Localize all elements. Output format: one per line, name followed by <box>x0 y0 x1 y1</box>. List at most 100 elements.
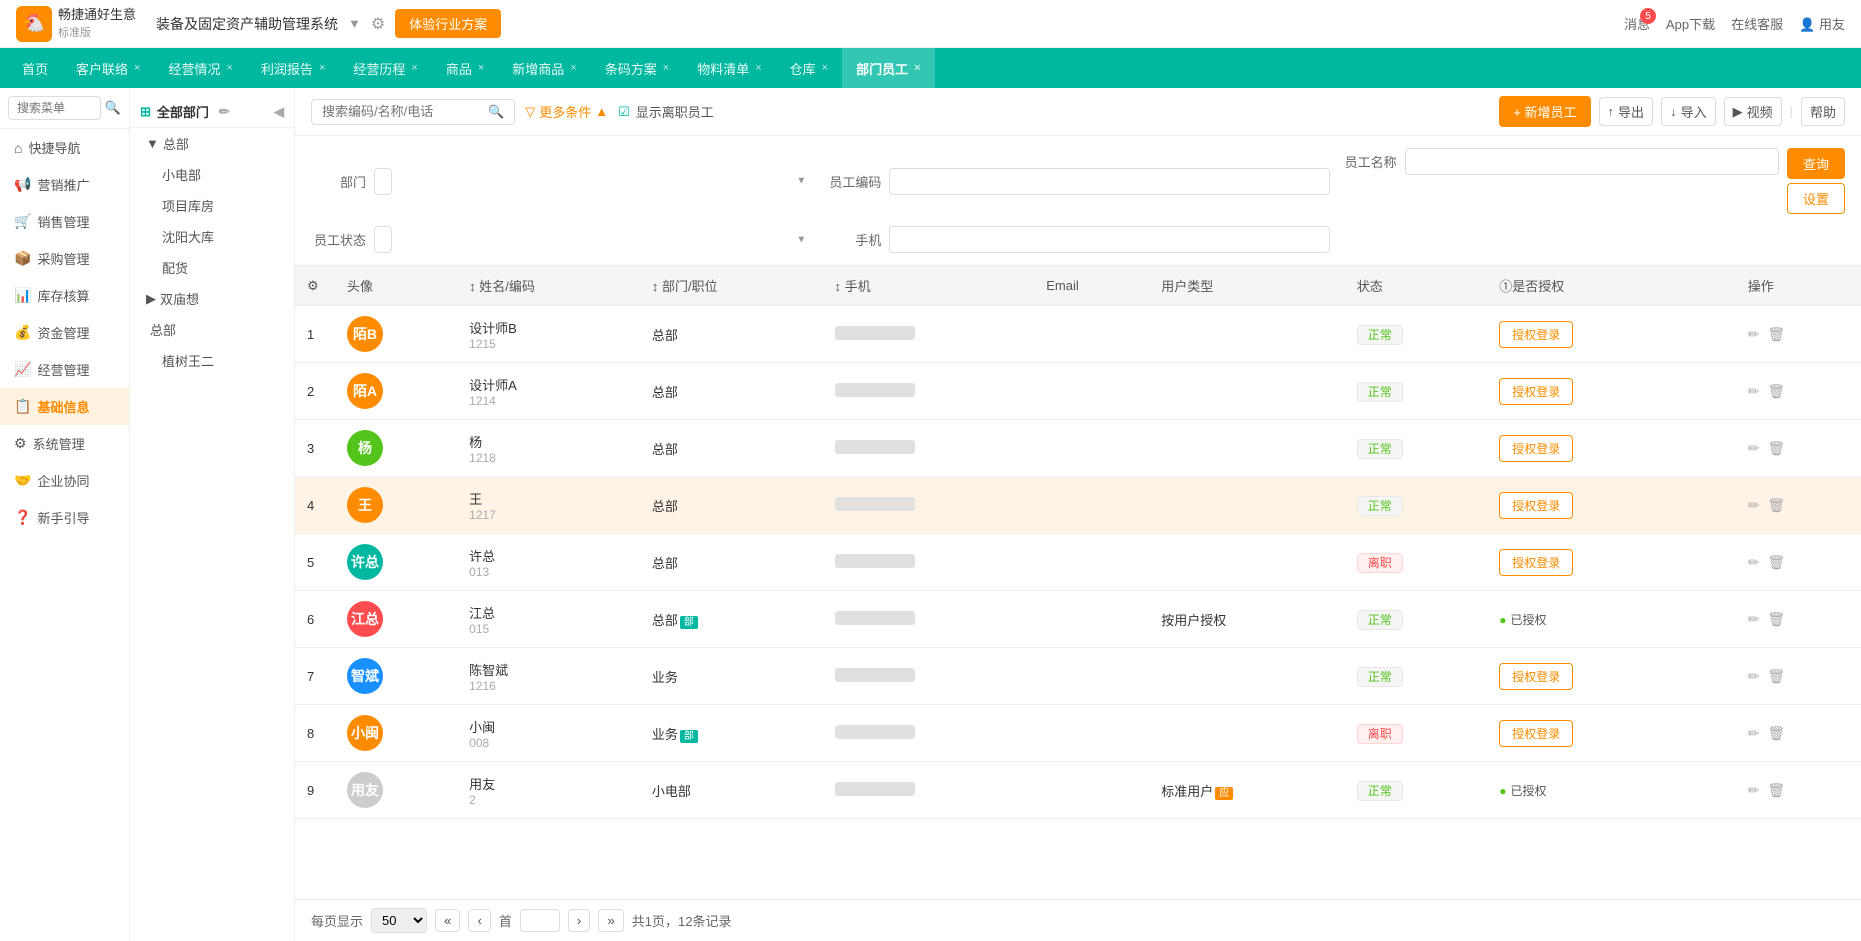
tab-close-icon[interactable]: × <box>411 62 417 74</box>
tab-close-icon[interactable]: × <box>226 62 232 74</box>
dept-node[interactable]: 项目库房 <box>130 190 294 221</box>
add-employee-btn[interactable]: + 新增员工 <box>1499 96 1590 127</box>
page-input[interactable]: 1 <box>520 909 560 932</box>
search-input[interactable] <box>322 104 482 119</box>
col-name[interactable]: ↕ 姓名/编码 <box>457 266 640 306</box>
auth-login-btn[interactable]: 授权登录 <box>1499 435 1573 462</box>
delete-icon[interactable]: 🗑 <box>1767 611 1785 628</box>
empstatus-select[interactable] <box>374 226 392 253</box>
sidebar-item-sys-mgmt[interactable]: ⚙ 系统管理 <box>0 425 129 462</box>
edit-icon[interactable]: ✏ <box>1748 440 1760 457</box>
col-phone[interactable]: ↕ 手机 <box>823 266 1035 306</box>
trial-button[interactable]: 体验行业方案 <box>395 9 501 38</box>
show-resigned[interactable]: ☑ 显示离职员工 <box>618 102 714 121</box>
nav-tab-首页[interactable]: 首页 <box>8 48 62 88</box>
online-service[interactable]: 在线客服 <box>1731 14 1783 33</box>
sidebar-item-operations[interactable]: 📈 经营管理 <box>0 351 129 388</box>
dept-node[interactable]: 总部 <box>130 314 294 345</box>
dept-select[interactable] <box>374 168 392 195</box>
edit-icon[interactable]: ✏ <box>1748 497 1760 514</box>
delete-icon[interactable]: 🗑 <box>1767 440 1785 457</box>
auth-login-btn[interactable]: 授权登录 <box>1499 492 1573 519</box>
delete-icon[interactable]: 🗑 <box>1767 383 1785 400</box>
edit-icon[interactable]: ✏ <box>1748 383 1760 400</box>
prev-page-btn[interactable]: ‹ <box>468 909 490 932</box>
tab-close-icon[interactable]: × <box>663 62 669 74</box>
delete-icon[interactable]: 🗑 <box>1767 725 1785 742</box>
sidebar-item-finance[interactable]: 💰 资金管理 <box>0 314 129 351</box>
nav-tab-利润报告[interactable]: 利润报告× <box>247 48 339 88</box>
nav-tab-经营历程[interactable]: 经营历程× <box>339 48 431 88</box>
auth-login-btn[interactable]: 授权登录 <box>1499 549 1573 576</box>
auth-login-btn[interactable]: 授权登录 <box>1499 720 1573 747</box>
nav-tab-客户联络[interactable]: 客户联络× <box>62 48 154 88</box>
import-btn[interactable]: ↓ 导入 <box>1661 97 1716 126</box>
sidebar-item-guide[interactable]: ❓ 新手引导 <box>0 499 129 536</box>
empcode-input[interactable] <box>889 168 1329 195</box>
nav-tab-条码方案[interactable]: 条码方案× <box>591 48 683 88</box>
nav-tab-物料清单[interactable]: 物料清单× <box>683 48 775 88</box>
set-btn[interactable]: 设置 <box>1787 183 1845 214</box>
view-btn[interactable]: ▶ 视频 <box>1724 97 1782 126</box>
per-page-select[interactable]: 50 100 <box>371 908 427 933</box>
edit-icon[interactable]: ✏ <box>1748 725 1760 742</box>
sidebar-item-sales[interactable]: 🛒 销售管理 <box>0 203 129 240</box>
dropdown-arrow[interactable]: ▼ <box>348 16 361 31</box>
last-page-btn[interactable]: » <box>598 909 623 932</box>
nav-tab-商品[interactable]: 商品× <box>432 48 498 88</box>
nav-tab-经营情况[interactable]: 经营情况× <box>154 48 246 88</box>
dept-node[interactable]: ▶ 双庙想 <box>130 283 294 314</box>
delete-icon[interactable]: 🗑 <box>1767 554 1785 571</box>
delete-icon[interactable]: 🗑 <box>1767 668 1785 685</box>
dept-node[interactable]: 植树王二 <box>130 345 294 376</box>
sidebar-search-input[interactable] <box>8 96 101 120</box>
nav-tab-部门员工[interactable]: 部门员工× <box>842 48 934 88</box>
edit-icon[interactable]: ✏ <box>1748 668 1760 685</box>
dept-collapse-btn[interactable]: ◀ <box>274 104 284 120</box>
edit-icon[interactable]: ✏ <box>1748 554 1760 571</box>
sidebar-item-inventory[interactable]: 📊 库存核算 <box>0 277 129 314</box>
help-btn[interactable]: 帮助 <box>1801 97 1845 126</box>
edit-icon[interactable]: ✏ <box>1748 611 1760 628</box>
tab-close-icon[interactable]: × <box>319 62 325 74</box>
next-page-btn[interactable]: › <box>568 909 590 932</box>
nav-tab-新增商品[interactable]: 新增商品× <box>498 48 590 88</box>
edit-icon[interactable]: ✏ <box>1748 326 1760 343</box>
delete-icon[interactable]: 🗑 <box>1767 497 1785 514</box>
col-settings[interactable]: ⚙ <box>295 266 335 306</box>
sidebar-item-enterprise[interactable]: 🤝 企业协同 <box>0 462 129 499</box>
settings-icon[interactable]: ⚙ <box>371 14 385 34</box>
app-download[interactable]: App下载 <box>1666 14 1715 33</box>
col-dept[interactable]: ↕ 部门/职位 <box>640 266 823 306</box>
dept-node[interactable]: ▼ 总部 <box>130 128 294 159</box>
dept-node[interactable]: 小电部 <box>130 159 294 190</box>
query-btn[interactable]: 查询 <box>1787 148 1845 179</box>
dept-node[interactable]: 配货 <box>130 252 294 283</box>
sidebar-item-basic-info[interactable]: 📋 基础信息 <box>0 388 129 425</box>
edit-icon[interactable]: ✏ <box>1748 782 1760 799</box>
auth-login-btn[interactable]: 授权登录 <box>1499 321 1573 348</box>
delete-icon[interactable]: 🗑 <box>1767 326 1785 343</box>
sidebar-item-purchase[interactable]: 📦 采购管理 <box>0 240 129 277</box>
nav-tab-仓库[interactable]: 仓库× <box>776 48 842 88</box>
sidebar-item-marketing[interactable]: 📢 营销推广 <box>0 166 129 203</box>
tab-close-icon[interactable]: × <box>134 62 140 74</box>
tab-close-icon[interactable]: × <box>914 62 920 74</box>
empname-input[interactable] <box>1405 148 1779 175</box>
export-btn[interactable]: ↑ 导出 <box>1599 97 1654 126</box>
dept-node[interactable]: 沈阳大库 <box>130 221 294 252</box>
tab-close-icon[interactable]: × <box>570 62 576 74</box>
auth-login-btn[interactable]: 授权登录 <box>1499 378 1573 405</box>
dept-edit-icon[interactable]: ✏ <box>219 104 230 120</box>
phone-input[interactable] <box>889 226 1329 253</box>
sidebar-item-quick-nav[interactable]: ⌂ 快捷导航 <box>0 129 129 166</box>
auth-login-btn[interactable]: 授权登录 <box>1499 663 1573 690</box>
first-page-btn[interactable]: « <box>435 909 460 932</box>
notification-icon[interactable]: 消息 5 <box>1624 14 1650 33</box>
tab-close-icon[interactable]: × <box>822 62 828 74</box>
filter-more-btn[interactable]: ▽ 更多条件 ▲ <box>525 102 608 121</box>
user-avatar[interactable]: 👤 用友 <box>1799 14 1845 33</box>
tab-close-icon[interactable]: × <box>755 62 761 74</box>
delete-icon[interactable]: 🗑 <box>1767 782 1785 799</box>
tab-close-icon[interactable]: × <box>478 62 484 74</box>
